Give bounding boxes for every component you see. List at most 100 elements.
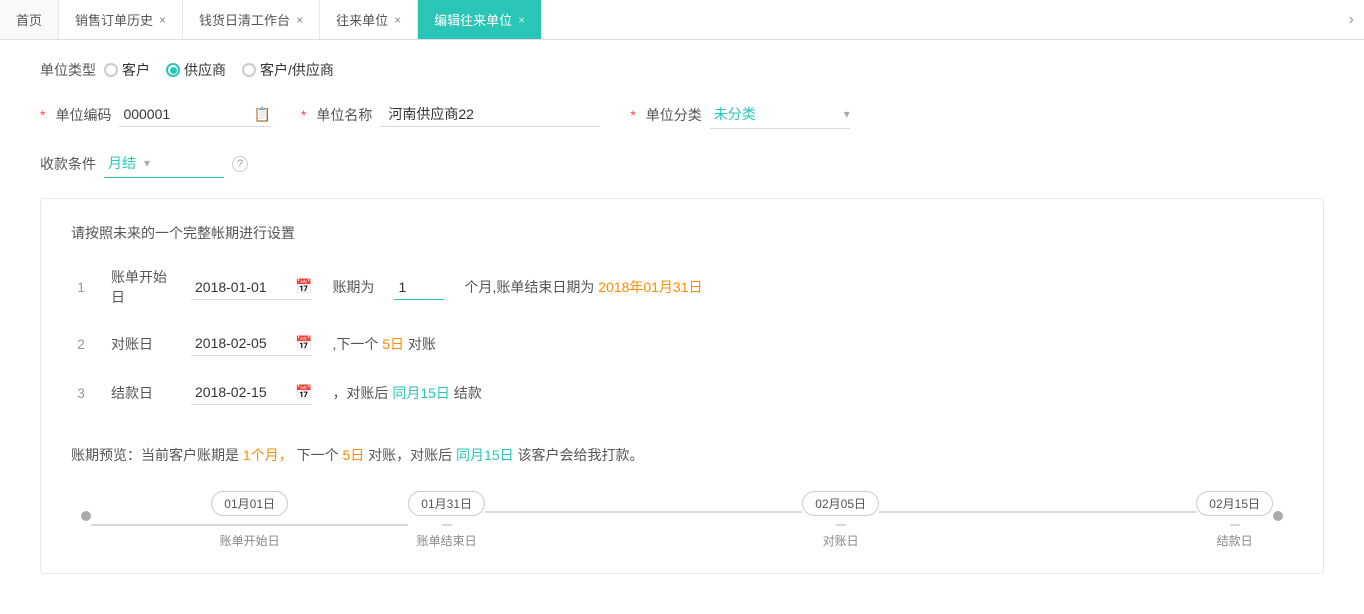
unit-category-arrow-icon: ▾	[844, 107, 850, 121]
unit-name-star: *	[301, 107, 306, 123]
tab-cash-work[interactable]: 钱货日清工作台 ×	[183, 0, 320, 39]
unit-category-group: * 单位分类 未分类 ▾	[630, 100, 849, 129]
unit-category-label: 单位分类	[646, 105, 702, 125]
timeline-line-2	[485, 511, 802, 513]
main-content: 单位类型 客户 供应商 客户/供应商 * 单位编码	[0, 40, 1364, 614]
unit-category-star: *	[630, 107, 635, 123]
payment-condition-select[interactable]: 月结 ▾	[104, 149, 224, 178]
period-row-3-desc: ，对账后 同月15日 结款	[332, 383, 481, 403]
unit-info-row: * 单位编码 📋 * 单位名称 * 单位分类 未分类 ▾	[40, 100, 1324, 129]
unit-code-star: *	[40, 107, 45, 123]
tab-edit-partner-close[interactable]: ×	[518, 13, 525, 27]
timeline-segment-3	[879, 491, 1196, 513]
period-row-2-highlight-day: 5日	[382, 336, 404, 352]
timeline-pill-4: 02月15日	[1196, 491, 1273, 516]
timeline-node-3: 02月05日 对账日	[802, 491, 879, 549]
timeline-node-2: 01月31日 账单结束日	[408, 491, 485, 549]
unit-name-group: * 单位名称	[301, 102, 600, 127]
period-row-2-date-input: 📅	[191, 331, 312, 356]
payment-help-icon[interactable]: ?	[232, 156, 248, 172]
radio-customer[interactable]: 客户	[104, 60, 150, 80]
payment-condition-value: 月结	[104, 149, 140, 177]
radio-both[interactable]: 客户/供应商	[242, 60, 334, 80]
period-row-3-calendar-icon[interactable]: 📅	[295, 384, 312, 401]
unit-code-input[interactable]	[119, 102, 249, 126]
period-row-2-date-field[interactable]	[191, 331, 291, 355]
unit-code-group: * 单位编码 📋	[40, 102, 271, 127]
preview-prefix: 账期预览：当前客户账期是	[71, 447, 239, 463]
period-row-1-suffix-prefix: 账期为	[332, 277, 374, 297]
unit-name-label: 单位名称	[316, 105, 372, 125]
period-row-3-date-input: 📅	[191, 380, 312, 405]
payment-condition-group: 收款条件 月结 ▾ ?	[40, 149, 248, 178]
unit-name-input[interactable]	[380, 102, 600, 127]
period-row-1-label: 账单开始日	[111, 267, 171, 307]
period-months-input	[394, 275, 444, 300]
timeline-label-1: 账单开始日	[220, 532, 280, 549]
timeline-node-4: 02月15日 结款日	[1196, 491, 1273, 549]
unit-code-input-wrapper: 📋	[119, 102, 270, 127]
period-row-2: 2 对账日 📅 ,下一个 5日 对账	[71, 331, 1293, 356]
tab-expand-button[interactable]: ›	[1339, 0, 1364, 39]
tab-edit-partner[interactable]: 编辑往来单位 ×	[418, 0, 542, 39]
period-row-3: 3 结款日 📅 ，对账后 同月15日 结款	[71, 380, 1293, 405]
radio-group: 客户 供应商 客户/供应商	[104, 60, 334, 80]
timeline-end-dot	[1273, 491, 1283, 521]
tab-sales-history[interactable]: 销售订单历史 ×	[59, 0, 183, 39]
period-row-1-date-input: 📅	[191, 275, 312, 300]
unit-category-select[interactable]: 未分类 ▾	[710, 100, 850, 129]
period-row-1: 1 账单开始日 📅 账期为 个月,账单结束日期为 2018年01月31日	[71, 267, 1293, 307]
preview-text1: 下一个	[297, 447, 339, 463]
unit-category-value: 未分类	[710, 100, 840, 128]
radio-customer-circle	[104, 63, 118, 77]
timeline-dot-start	[81, 511, 91, 521]
period-row-3-number: 3	[71, 385, 91, 401]
preview-suffix: 该客户会给我打款。	[518, 447, 644, 463]
timeline-start-dot	[81, 491, 91, 521]
timeline-dot-3	[836, 524, 846, 526]
unit-code-calendar-icon[interactable]: 📋	[253, 106, 270, 123]
timeline: 01月01日 账单开始日 01月31日 账单结束日 02月05日	[71, 481, 1293, 549]
period-row-2-calendar-icon[interactable]: 📅	[295, 335, 312, 352]
tab-partners[interactable]: 往来单位 ×	[320, 0, 418, 39]
radio-supplier[interactable]: 供应商	[166, 60, 226, 80]
period-row-1-calendar-icon[interactable]: 📅	[295, 278, 312, 295]
tab-partners-label: 往来单位	[336, 10, 388, 29]
tab-partners-close[interactable]: ×	[394, 13, 401, 27]
tab-sales-history-close[interactable]: ×	[159, 13, 166, 27]
period-row-2-number: 2	[71, 336, 91, 352]
payment-condition-arrow-icon: ▾	[144, 156, 150, 170]
tab-sales-history-label: 销售订单历史	[75, 10, 153, 29]
radio-supplier-label: 供应商	[184, 60, 226, 80]
tab-home[interactable]: 首页	[0, 0, 59, 39]
timeline-pill-3: 02月05日	[802, 491, 879, 516]
period-row-1-date-field[interactable]	[191, 275, 291, 299]
payment-condition-label: 收款条件	[40, 154, 96, 174]
timeline-line-1	[91, 524, 408, 526]
radio-both-label: 客户/供应商	[260, 60, 334, 80]
timeline-segment-1: 01月01日 账单开始日	[91, 491, 408, 549]
period-months-field[interactable]	[394, 275, 444, 299]
period-row-2-label: 对账日	[111, 334, 171, 354]
timeline-pill-2: 01月31日	[408, 491, 485, 516]
unit-type-group: 单位类型 客户 供应商 客户/供应商	[40, 60, 334, 80]
tab-cash-work-close[interactable]: ×	[296, 13, 303, 27]
preview-highlight2: 5日	[342, 447, 364, 463]
timeline-dot-4	[1230, 524, 1240, 526]
unit-type-label: 单位类型	[40, 60, 96, 80]
period-row-3-date-field[interactable]	[191, 380, 291, 404]
tab-home-label: 首页	[16, 10, 42, 29]
unit-code-label: 单位编码	[55, 105, 111, 125]
preview-highlight1: 1个月，	[243, 447, 293, 463]
timeline-label-2: 账单结束日	[417, 532, 477, 549]
preview-highlight3: 同月15日	[456, 447, 514, 463]
timeline-line-3	[879, 511, 1196, 513]
tab-cash-work-label: 钱货日清工作台	[199, 10, 290, 29]
preview-section: 账期预览：当前客户账期是 1个月， 下一个 5日 对账，对账后 同月15日 该客…	[71, 429, 1293, 481]
radio-both-circle	[242, 63, 256, 77]
period-row-2-desc: ,下一个 5日 对账	[332, 334, 435, 354]
period-settings-box: 请按照未来的一个完整帐期进行设置 1 账单开始日 📅 账期为 个月,账单结束日期…	[40, 198, 1324, 574]
unit-type-row: 单位类型 客户 供应商 客户/供应商	[40, 60, 1324, 80]
tab-bar: 首页 销售订单历史 × 钱货日清工作台 × 往来单位 × 编辑往来单位 × ›	[0, 0, 1364, 40]
period-row-3-label: 结款日	[111, 383, 171, 403]
